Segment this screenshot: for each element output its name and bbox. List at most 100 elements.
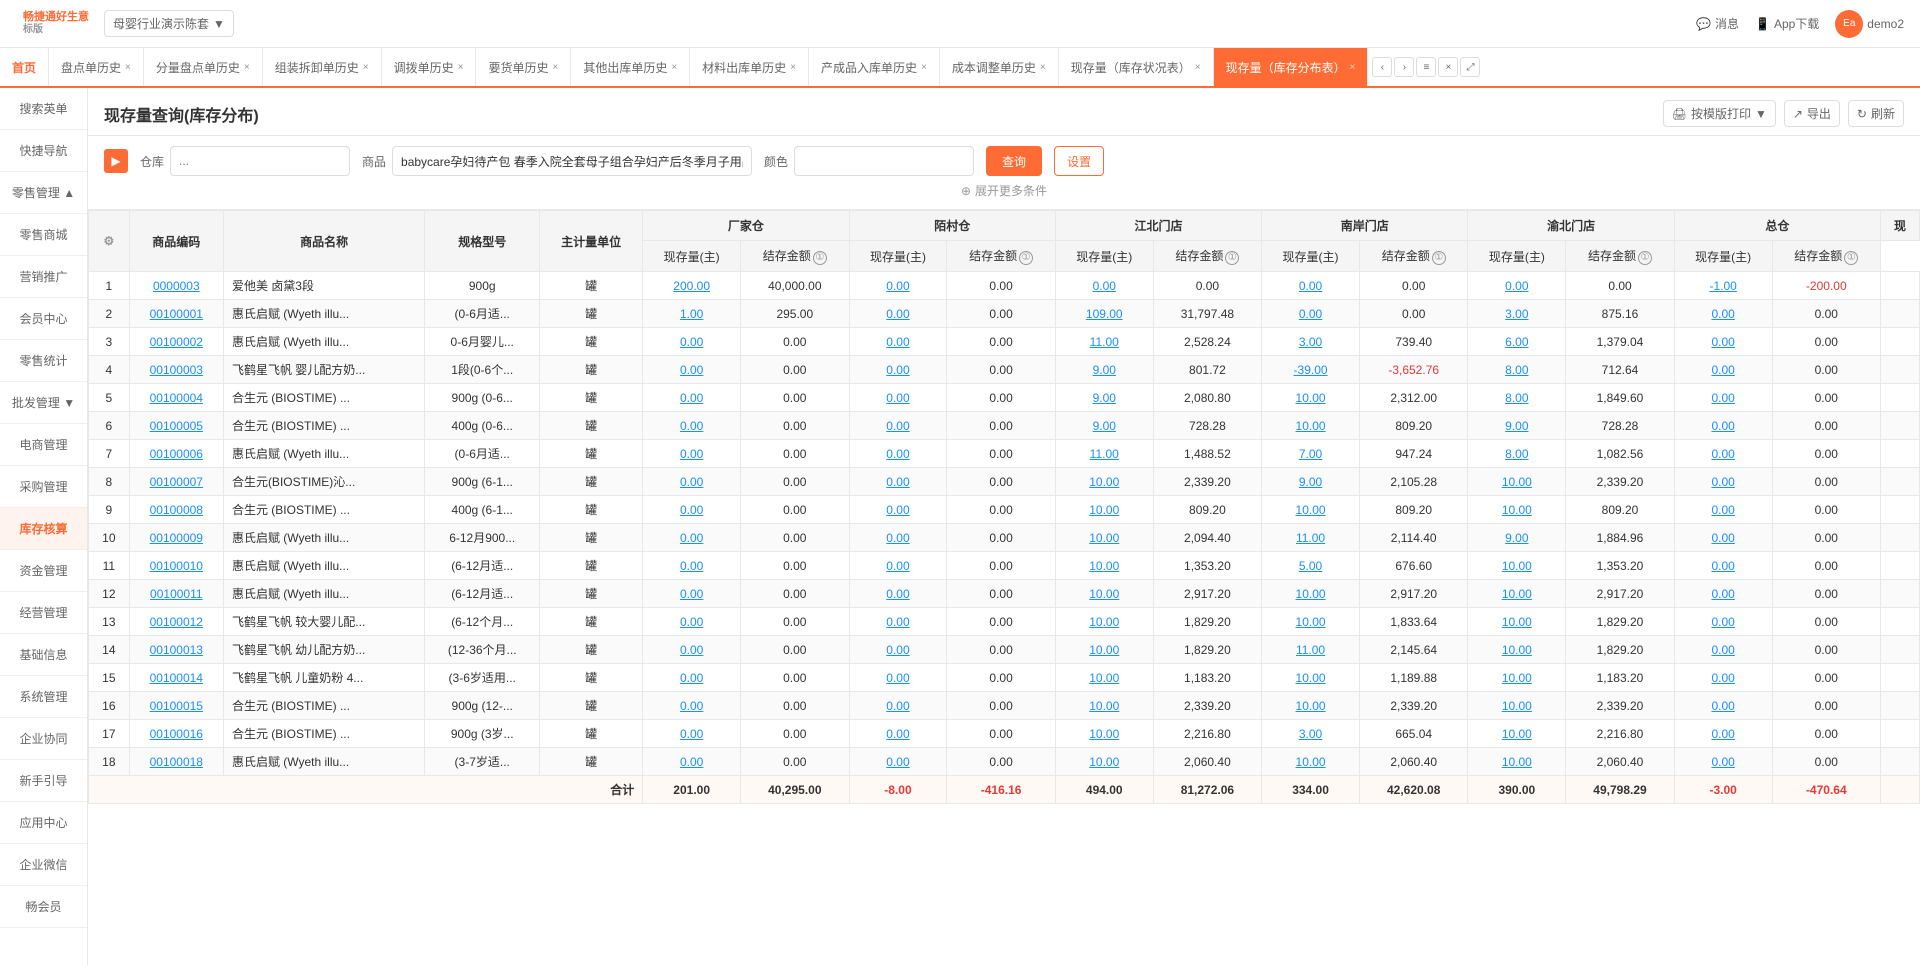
- col-yb-amt: 结存金额①: [1566, 241, 1675, 272]
- sidebar-item-operations[interactable]: 经营管理: [0, 592, 87, 634]
- nav-expand-btn[interactable]: ⤢: [1460, 57, 1480, 77]
- table-container[interactable]: ⚙ 商品编码 商品名称 规格型号 主计量单位 厂家仓 陌村仓 江北门店 南岸门店…: [88, 210, 1920, 965]
- sidebar-item-ecommerce[interactable]: 电商管理: [0, 424, 87, 466]
- sidebar-item-wechat[interactable]: 企业微信: [0, 844, 87, 886]
- sidebar-item-member[interactable]: 会员中心: [0, 298, 87, 340]
- sidebar-item-retail-mgmt[interactable]: 零售管理 ▲: [0, 172, 87, 214]
- close-icon[interactable]: ×: [363, 62, 369, 73]
- table-row: 2 00100001 惠氏启赋 (Wyeth illu... (0-6月适...…: [89, 300, 1920, 328]
- nav-menu-btn[interactable]: ≡: [1416, 57, 1436, 77]
- tab-fenliang[interactable]: 分量盘点单历史 ×: [144, 48, 263, 87]
- goods-input[interactable]: [392, 146, 752, 176]
- warehouse-input[interactable]: [170, 146, 350, 176]
- close-icon[interactable]: ×: [1195, 62, 1201, 73]
- sidebar-item-wholesale[interactable]: 批发管理 ▼: [0, 382, 87, 424]
- chevron-down-icon: ▼: [1755, 107, 1767, 121]
- export-btn[interactable]: ↗ 导出: [1784, 100, 1840, 127]
- tab-cailiao[interactable]: 材料出库单历史 ×: [690, 48, 809, 87]
- filter-area: ▶ 仓库 商品 颜色 查询 设置: [88, 136, 1920, 210]
- close-icon[interactable]: ×: [458, 62, 464, 73]
- table-row: 3 00100002 惠氏启赋 (Wyeth illu... 0-6月婴儿...…: [89, 328, 1920, 356]
- sidebar: 搜索英单 快捷导航 零售管理 ▲ 零售商城 营销推广 会员中心 零售统计 批发管…: [0, 88, 88, 965]
- app-container: 畅捷通好生意 标版 母婴行业演示陈套 ▼ 💬 消息 📱 App下载 Ea: [0, 0, 1920, 965]
- col-extra-header: 现: [1881, 211, 1920, 241]
- table-row: 15 00100014 飞鹤星飞帆 儿童奶粉 4... (3-6岁适用... 罐…: [89, 664, 1920, 692]
- col-cj-amt: 结存金额①: [741, 241, 850, 272]
- sidebar-item-search[interactable]: 搜索英单: [0, 88, 87, 130]
- table-row: 14 00100013 飞鹤星飞帆 幼儿配方奶... (12-36个月... 罐…: [89, 636, 1920, 664]
- avatar: Ea: [1835, 10, 1863, 38]
- col-unit-header: 主计量单位: [540, 211, 643, 272]
- close-icon[interactable]: ×: [125, 62, 131, 73]
- tab-zuzhuan[interactable]: 组装拆卸单历史 ×: [263, 48, 382, 87]
- close-icon[interactable]: ×: [552, 62, 558, 73]
- col-settings[interactable]: ⚙: [89, 211, 130, 272]
- sidebar-item-member2[interactable]: 畅会员: [0, 886, 87, 928]
- col-mc-qty: 现存量(主): [849, 241, 947, 272]
- tab-diaob[interactable]: 调拨单历史 ×: [382, 48, 477, 87]
- sidebar-item-basic-info[interactable]: 基础信息: [0, 634, 87, 676]
- col-name-header: 商品名称: [223, 211, 424, 272]
- nav-next-btn[interactable]: ›: [1394, 57, 1414, 77]
- user-area[interactable]: Ea demo2: [1835, 10, 1904, 38]
- page-title: 现存量查询(库存分布): [104, 102, 259, 126]
- col-yb-qty: 现存量(主): [1468, 241, 1566, 272]
- data-table: ⚙ 商品编码 商品名称 规格型号 主计量单位 厂家仓 陌村仓 江北门店 南岸门店…: [88, 210, 1920, 804]
- printer-icon: 🖨: [1672, 107, 1687, 121]
- sidebar-item-nav[interactable]: 快捷导航: [0, 130, 87, 172]
- table-row: 12 00100011 惠氏启赋 (Wyeth illu... (6-12月适.…: [89, 580, 1920, 608]
- table-row: 9 00100008 合生元 (BIOSTIME) ... 400g (6-1.…: [89, 496, 1920, 524]
- goods-filter: 商品: [362, 146, 752, 176]
- tab-xiancun-status[interactable]: 现存量（库存状况表） ×: [1059, 48, 1214, 87]
- sidebar-item-marketing[interactable]: 营销推广: [0, 256, 87, 298]
- query-btn[interactable]: 查询: [986, 146, 1042, 176]
- settings-btn[interactable]: 设置: [1054, 146, 1104, 176]
- goods-label: 商品: [362, 153, 386, 170]
- filter-expand-row: ⊕ 展开更多条件: [104, 182, 1904, 199]
- tab-home[interactable]: 首页: [0, 48, 49, 87]
- expand-conditions-btn[interactable]: ⊕ 展开更多条件: [961, 182, 1047, 199]
- tab-yaohuo[interactable]: 要货单历史 ×: [476, 48, 571, 87]
- close-icon[interactable]: ×: [1350, 62, 1356, 73]
- nav-close-btn[interactable]: ×: [1438, 57, 1458, 77]
- table-row: 8 00100007 合生元(BIOSTIME)沁... 900g (6-1..…: [89, 468, 1920, 496]
- table-row: 17 00100016 合生元 (BIOSTIME) ... 900g (3岁.…: [89, 720, 1920, 748]
- table-row: 18 00100018 惠氏启赋 (Wyeth illu... (3-7岁适..…: [89, 748, 1920, 776]
- col-mc-amt: 结存金额①: [947, 241, 1056, 272]
- tab-xiancun-dist[interactable]: 现存量（库存分布表） ×: [1214, 48, 1369, 87]
- filter-collapse-btn[interactable]: ▶: [104, 149, 128, 173]
- sidebar-item-finance[interactable]: 资金管理: [0, 550, 87, 592]
- sidebar-item-purchase[interactable]: 采购管理: [0, 466, 87, 508]
- sidebar-item-system[interactable]: 系统管理: [0, 676, 87, 718]
- table-row: 1 0000003 爱他美 卤黛3段 900g 罐 200.00 40,000.…: [89, 272, 1920, 300]
- refresh-btn[interactable]: ↻ 刷新: [1848, 100, 1904, 127]
- color-input[interactable]: [794, 146, 974, 176]
- app-download-btn[interactable]: 📱 App下载: [1755, 15, 1819, 32]
- tab-qita[interactable]: 其他出库单历史 ×: [571, 48, 690, 87]
- close-icon[interactable]: ×: [244, 62, 250, 73]
- chevron-down-icon: ▼: [213, 17, 225, 31]
- tab-pandian[interactable]: 盘点单历史 ×: [49, 48, 144, 87]
- sidebar-item-retail-stats[interactable]: 零售统计: [0, 340, 87, 382]
- table-row: 16 00100015 合生元 (BIOSTIME) ... 900g (12-…: [89, 692, 1920, 720]
- nav-prev-btn[interactable]: ‹: [1372, 57, 1392, 77]
- print-btn[interactable]: 🖨 按模版打印 ▼: [1663, 100, 1776, 127]
- close-icon[interactable]: ×: [671, 62, 677, 73]
- logo-area: 畅捷通好生意 标版: [16, 11, 96, 36]
- close-icon[interactable]: ×: [790, 62, 796, 73]
- col-zc-amt: 结存金额①: [1772, 241, 1881, 272]
- sidebar-item-enterprise[interactable]: 企业协同: [0, 718, 87, 760]
- sidebar-item-retail-shop[interactable]: 零售商城: [0, 214, 87, 256]
- close-icon[interactable]: ×: [1040, 62, 1046, 73]
- summary-row: 合计 201.00 40,295.00 -8.00 -416.16 494.00…: [89, 776, 1920, 804]
- message-btn[interactable]: 💬 消息: [1696, 15, 1739, 32]
- sidebar-item-apps[interactable]: 应用中心: [0, 802, 87, 844]
- industry-selector[interactable]: 母婴行业演示陈套 ▼: [104, 10, 234, 37]
- tab-chengben[interactable]: 成本调整单历史 ×: [940, 48, 1059, 87]
- sidebar-item-inventory[interactable]: 库存核算: [0, 508, 87, 550]
- sidebar-item-guide[interactable]: 新手引导: [0, 760, 87, 802]
- export-icon: ↗: [1793, 107, 1803, 121]
- tab-chancheng[interactable]: 产成品入库单历史 ×: [809, 48, 940, 87]
- refresh-icon: ↻: [1857, 107, 1867, 121]
- close-icon[interactable]: ×: [921, 62, 927, 73]
